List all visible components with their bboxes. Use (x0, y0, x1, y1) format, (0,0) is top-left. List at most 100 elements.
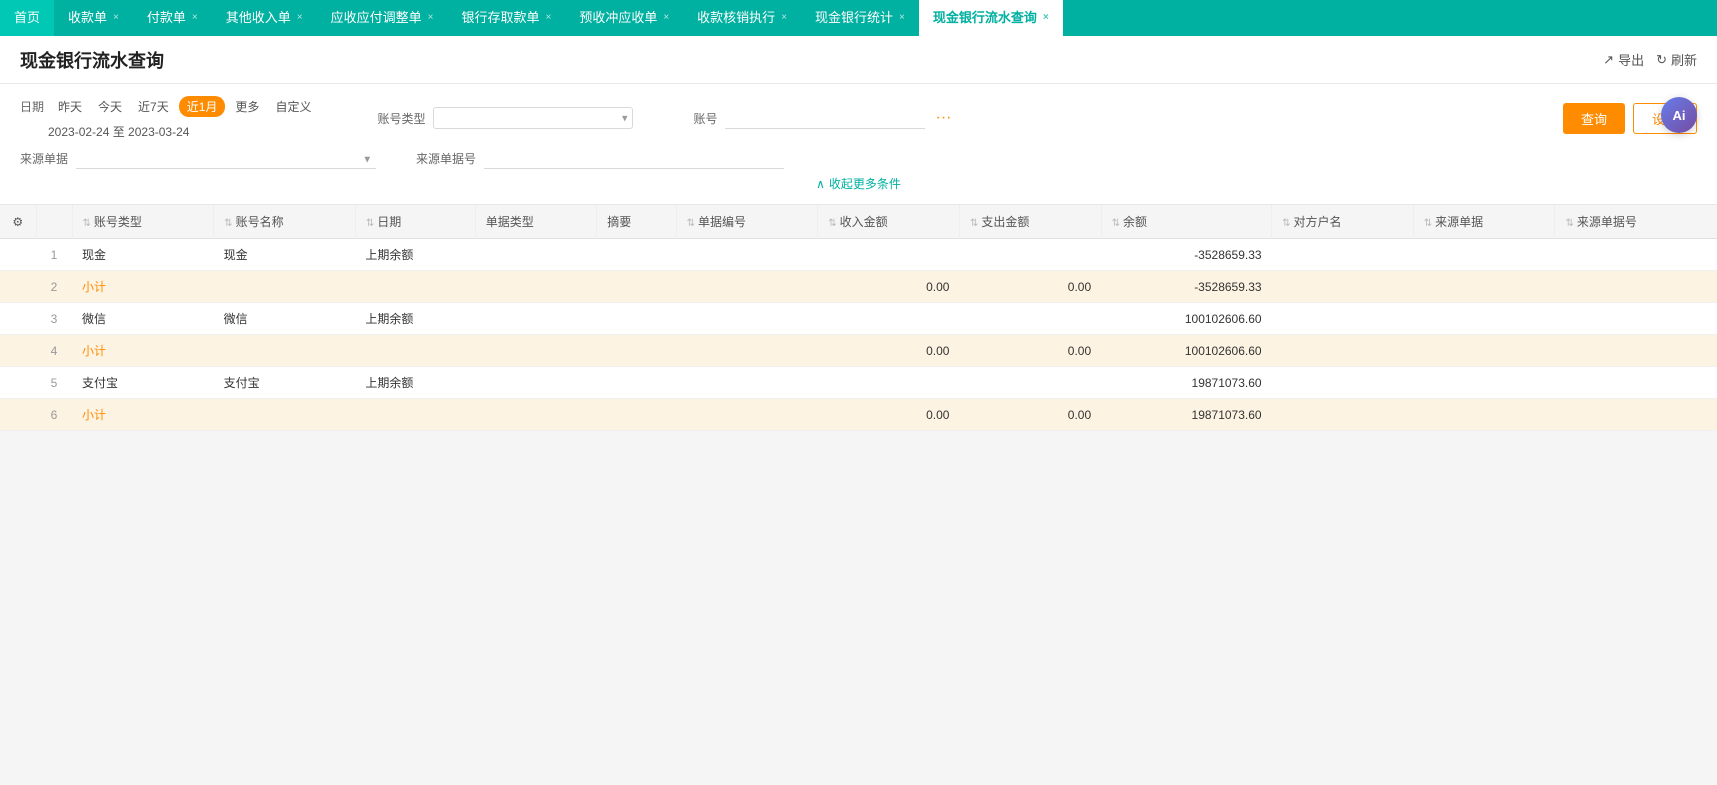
th-doc-number[interactable]: 单据编号 (676, 205, 818, 239)
th-date[interactable]: 日期 (355, 205, 475, 239)
nav-tab-4[interactable]: 银行存取款单 × (447, 0, 565, 36)
source-doc-select[interactable] (76, 148, 376, 169)
table-row: 1 现金 现金 上期余额 -3528659.33 (0, 239, 1717, 271)
top-nav: 首页 收款单 × 付款单 × 其他收入单 × 应收应付调整单 × 银行存取款单 … (0, 0, 1717, 36)
close-icon-8[interactable]: × (1043, 0, 1049, 36)
date-filter-group: 日期 昨天 今天 近7天 近1月 更多 自定义 2023-02-24 至 202… (20, 96, 317, 140)
th-source-doc-num[interactable]: 来源单据号 (1555, 205, 1717, 239)
date-btn-1month[interactable]: 近1月 (179, 96, 226, 117)
close-icon-4[interactable]: × (545, 0, 551, 36)
td-doc-type (475, 399, 597, 431)
td-source-doc-num (1555, 399, 1717, 431)
th-summary: 摘要 (597, 205, 676, 239)
account-type-filter: 账号类型 (377, 107, 633, 129)
account-input[interactable] (725, 108, 925, 129)
source-doc-num-label: 来源单据号 (416, 150, 476, 167)
close-icon-0[interactable]: × (113, 0, 119, 36)
page-title: 现金银行流水查询 (20, 47, 164, 73)
td-account-name: 现金 (214, 239, 356, 271)
td-source-doc (1413, 271, 1555, 303)
nav-tab-7[interactable]: 现金银行统计 × (801, 0, 919, 36)
nav-tab-8[interactable]: 现金银行流水查询 × (919, 0, 1063, 36)
td-gear (0, 271, 36, 303)
close-icon-1[interactable]: × (192, 0, 198, 36)
account-type-select[interactable] (433, 107, 633, 129)
table-area: ⚙ 账号类型 账号名称 日期 单据类型 摘要 单据编号 收入金额 支出金额 余额… (0, 205, 1717, 431)
td-source-doc-num (1555, 239, 1717, 271)
td-source-doc (1413, 335, 1555, 367)
date-btn-7days[interactable]: 近7天 (132, 96, 175, 117)
date-options: 昨天 今天 近7天 近1月 更多 自定义 (52, 96, 317, 117)
td-index: 3 (36, 303, 72, 335)
close-icon-6[interactable]: × (781, 0, 787, 36)
close-icon-3[interactable]: × (428, 0, 434, 36)
table-row: 4 小计 0.00 0.00 100102606.60 (0, 335, 1717, 367)
td-date (355, 335, 475, 367)
td-expense: 0.00 (959, 271, 1101, 303)
td-index: 4 (36, 335, 72, 367)
date-btn-custom[interactable]: 自定义 (269, 96, 317, 117)
td-gear (0, 399, 36, 431)
td-doc-number (676, 271, 818, 303)
filter-area: 日期 昨天 今天 近7天 近1月 更多 自定义 2023-02-24 至 202… (0, 84, 1717, 205)
nav-tab-0[interactable]: 收款单 × (54, 0, 133, 36)
refresh-icon: ↻ (1656, 52, 1667, 68)
filter-row-1: 日期 昨天 今天 近7天 近1月 更多 自定义 2023-02-24 至 202… (20, 96, 1697, 140)
collapse-bar[interactable]: ∧ 收起更多条件 (20, 169, 1697, 196)
account-filter: 账号 ··· (693, 108, 951, 129)
td-account-name: 支付宝 (214, 367, 356, 399)
nav-tab-2[interactable]: 其他收入单 × (212, 0, 317, 36)
header-actions: ↗ 导出 ↻ 刷新 (1603, 50, 1697, 69)
nav-tab-6[interactable]: 收款核销执行 × (683, 0, 801, 36)
nav-tab-3[interactable]: 应收应付调整单 × (317, 0, 448, 36)
th-account-type[interactable]: 账号类型 (72, 205, 214, 239)
td-account-type: 小计 (72, 335, 214, 367)
source-doc-num-input[interactable] (484, 148, 784, 169)
source-doc-select-wrapper: ▾ (76, 148, 376, 169)
export-button[interactable]: ↗ 导出 (1603, 50, 1644, 69)
ai-button[interactable]: Ai (1661, 97, 1697, 133)
td-balance: 19871073.60 (1101, 399, 1271, 431)
date-btn-more[interactable]: 更多 (229, 96, 265, 117)
td-counterparty (1272, 303, 1414, 335)
th-source-doc[interactable]: 来源单据 (1413, 205, 1555, 239)
account-dots-button[interactable]: ··· (935, 109, 951, 127)
th-counterparty[interactable]: 对方户名 (1272, 205, 1414, 239)
td-date (355, 399, 475, 431)
td-index: 2 (36, 271, 72, 303)
td-income (818, 239, 960, 271)
th-settings[interactable]: ⚙ (0, 205, 36, 239)
nav-home[interactable]: 首页 (0, 0, 54, 36)
td-doc-number (676, 367, 818, 399)
date-btn-today[interactable]: 今天 (92, 96, 128, 117)
nav-tab-5[interactable]: 预收冲应收单 × (565, 0, 683, 36)
td-balance: 100102606.60 (1101, 303, 1271, 335)
td-source-doc-num (1555, 335, 1717, 367)
th-balance[interactable]: 余额 (1101, 205, 1271, 239)
td-doc-number (676, 239, 818, 271)
th-account-name[interactable]: 账号名称 (214, 205, 356, 239)
td-summary (597, 239, 676, 271)
td-expense (959, 367, 1101, 399)
th-expense[interactable]: 支出金额 (959, 205, 1101, 239)
td-summary (597, 335, 676, 367)
td-expense: 0.00 (959, 399, 1101, 431)
query-button[interactable]: 查询 (1563, 103, 1625, 134)
account-type-label: 账号类型 (377, 110, 425, 127)
td-income: 0.00 (818, 335, 960, 367)
close-icon-2[interactable]: × (297, 0, 303, 36)
td-gear (0, 335, 36, 367)
td-account-type: 小计 (72, 399, 214, 431)
td-income: 0.00 (818, 271, 960, 303)
close-icon-7[interactable]: × (899, 0, 905, 36)
source-doc-num-filter: 来源单据号 (416, 148, 784, 169)
close-icon-5[interactable]: × (663, 0, 669, 36)
th-income[interactable]: 收入金额 (818, 205, 960, 239)
td-date: 上期余额 (355, 239, 475, 271)
nav-tab-1[interactable]: 付款单 × (133, 0, 212, 36)
date-btn-yesterday[interactable]: 昨天 (52, 96, 88, 117)
td-counterparty (1272, 271, 1414, 303)
date-label: 日期 (20, 98, 44, 115)
td-account-type: 微信 (72, 303, 214, 335)
refresh-button[interactable]: ↻ 刷新 (1656, 50, 1697, 69)
